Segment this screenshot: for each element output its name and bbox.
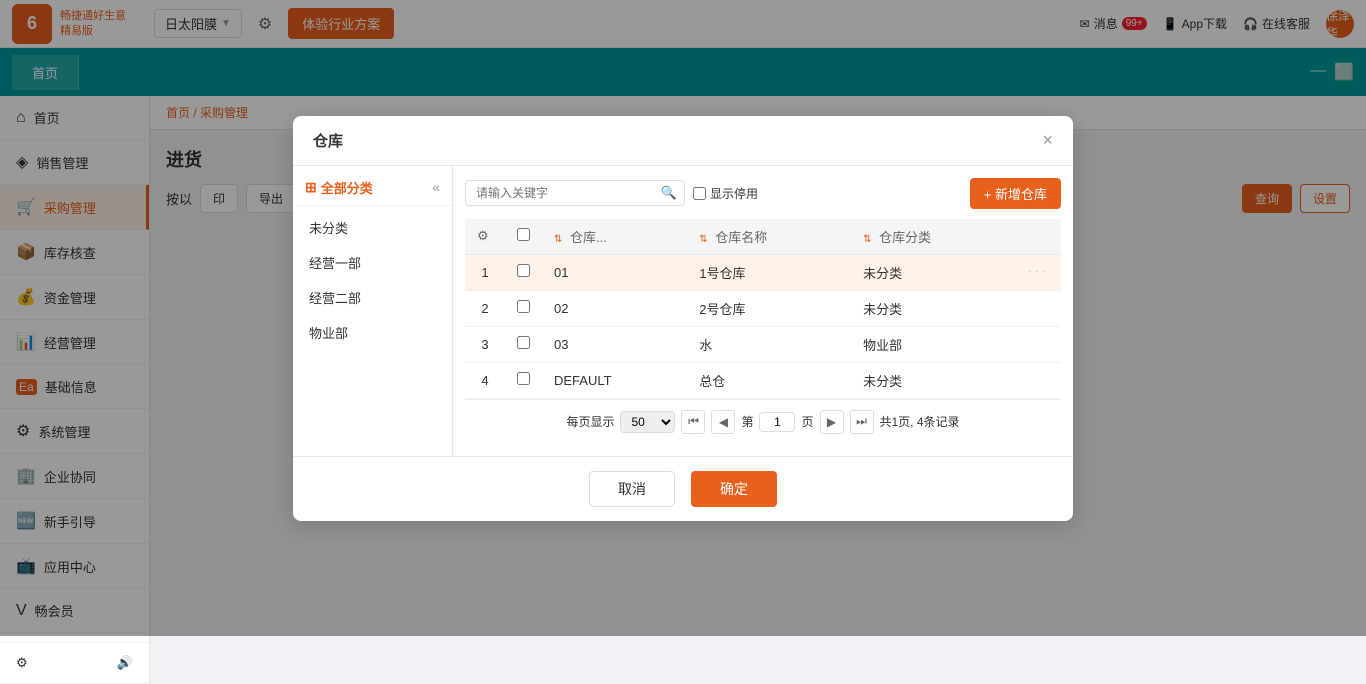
th-category: ⇅ 仓库分类 (851, 219, 1015, 255)
table-row[interactable]: 1 01 1号仓库 未分类 ··· (465, 254, 1061, 290)
category-item-uncategorized[interactable]: 未分类 (293, 210, 452, 245)
row-checkbox[interactable] (517, 372, 530, 385)
sidebar-audio-icon: 🔊 (117, 655, 133, 671)
row-category: 未分类 (851, 362, 1015, 398)
row-category: 未分类 (851, 290, 1015, 326)
category-item-property[interactable]: 物业部 (293, 315, 452, 350)
show-disabled-label[interactable]: 显示停用 (693, 185, 758, 202)
new-warehouse-btn[interactable]: + 新增仓库 (970, 178, 1061, 209)
row-checkbox-cell (505, 254, 542, 290)
search-wrap: 🔍 (465, 180, 685, 206)
next-page-btn[interactable]: ▶ (820, 410, 844, 434)
row-category: 未分类 (851, 254, 1015, 290)
page-size-select[interactable]: 50 10 20 100 (620, 411, 675, 433)
collapse-icon[interactable]: « (432, 179, 440, 195)
row-checkbox-cell (505, 326, 542, 362)
modal-overlay: 仓库 × ⊞ 全部分类 « 未分类 经营一部 (0, 0, 1366, 636)
first-page-btn[interactable]: ⏮ (681, 410, 705, 434)
modal-title: 仓库 (313, 130, 343, 151)
row-checkbox-cell (505, 290, 542, 326)
row-num: 1 (465, 254, 505, 290)
sort-icon-name: ⇅ (699, 234, 707, 245)
row-name: 1号仓库 (687, 254, 851, 290)
row-actions[interactable] (1015, 362, 1061, 398)
row-actions[interactable]: ··· (1015, 254, 1061, 290)
select-all-checkbox[interactable] (517, 228, 530, 241)
row-actions[interactable] (1015, 326, 1061, 362)
confirm-button[interactable]: 确定 (691, 471, 777, 507)
category-panel: ⊞ 全部分类 « 未分类 经营一部 经营二部 物业部 (293, 166, 453, 456)
search-input[interactable] (465, 180, 685, 206)
row-code: 03 (542, 326, 687, 362)
sidebar-bottom: ⚙ 🔊 (0, 642, 149, 684)
row-code: 01 (542, 254, 687, 290)
table-body: 1 01 1号仓库 未分类 ··· 2 (465, 254, 1061, 398)
pagination: 每页显示 50 10 20 100 ⏮ ◀ 第 页 ▶ ⏭ 共1页, 4条记录 (465, 399, 1061, 444)
row-checkbox[interactable] (517, 264, 530, 277)
last-page-btn[interactable]: ⏭ (850, 410, 874, 434)
row-actions[interactable] (1015, 290, 1061, 326)
cancel-button[interactable]: 取消 (589, 471, 675, 507)
search-icon: 🔍 (661, 185, 677, 201)
th-code: ⇅ 仓库... (542, 219, 687, 255)
th-actions (1015, 219, 1061, 255)
table-toolbar: 🔍 显示停用 + 新增仓库 (465, 178, 1061, 209)
row-num: 2 (465, 290, 505, 326)
modal-footer: 取消 确定 (293, 456, 1073, 521)
all-categories-btn[interactable]: ⊞ 全部分类 (305, 178, 373, 197)
table-header: ⚙ ⇅ 仓库... ⇅ (465, 219, 1061, 255)
header-row: ⚙ ⇅ 仓库... ⇅ (465, 219, 1061, 255)
prev-page-btn[interactable]: ◀ (711, 410, 735, 434)
th-name: ⇅ 仓库名称 (687, 219, 851, 255)
row-checkbox[interactable] (517, 300, 530, 313)
table-row[interactable]: 2 02 2号仓库 未分类 (465, 290, 1061, 326)
sidebar-settings-btn[interactable]: ⚙ 🔊 (0, 643, 149, 684)
show-disabled-checkbox[interactable] (693, 187, 706, 200)
sort-icon-category: ⇅ (863, 234, 871, 245)
page-number-input[interactable] (759, 412, 795, 432)
row-category: 物业部 (851, 326, 1015, 362)
warehouse-table: ⚙ ⇅ 仓库... ⇅ (465, 219, 1061, 399)
modal-body: ⊞ 全部分类 « 未分类 经营一部 经营二部 物业部 (293, 166, 1073, 456)
sort-icon-code: ⇅ (554, 234, 562, 245)
row-name: 2号仓库 (687, 290, 851, 326)
row-code: DEFAULT (542, 362, 687, 398)
sidebar-gear-icon: ⚙ (16, 655, 28, 671)
table-scroll: ⚙ ⇅ 仓库... ⇅ (465, 219, 1061, 399)
th-settings: ⚙ (465, 219, 505, 255)
modal-close-icon[interactable]: × (1042, 130, 1053, 151)
table-row[interactable]: 3 03 水 物业部 (465, 326, 1061, 362)
row-num: 3 (465, 326, 505, 362)
warehouse-modal: 仓库 × ⊞ 全部分类 « 未分类 经营一部 (293, 116, 1073, 521)
row-code: 02 (542, 290, 687, 326)
row-checkbox-cell (505, 362, 542, 398)
modal-header: 仓库 × (293, 116, 1073, 166)
row-num: 4 (465, 362, 505, 398)
grid-icon: ⊞ (305, 179, 317, 196)
table-row[interactable]: 4 DEFAULT 总仓 未分类 (465, 362, 1061, 398)
category-item-ops1[interactable]: 经营一部 (293, 245, 452, 280)
row-checkbox[interactable] (517, 336, 530, 349)
row-name: 总仓 (687, 362, 851, 398)
category-header: ⊞ 全部分类 « (293, 178, 452, 206)
th-checkbox (505, 219, 542, 255)
category-item-ops2[interactable]: 经营二部 (293, 280, 452, 315)
table-panel: 🔍 显示停用 + 新增仓库 ⚙ (453, 166, 1073, 456)
settings-icon[interactable]: ⚙ (477, 228, 489, 243)
row-name: 水 (687, 326, 851, 362)
